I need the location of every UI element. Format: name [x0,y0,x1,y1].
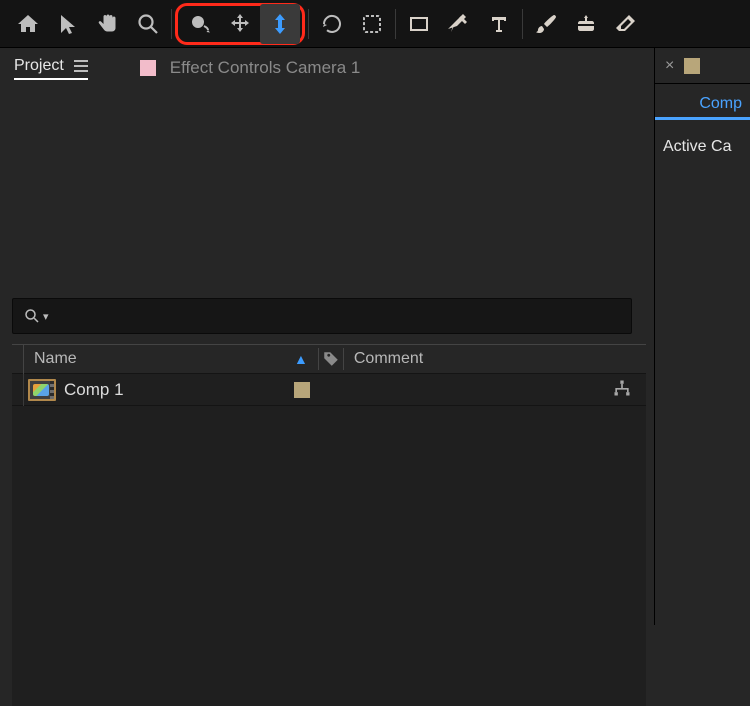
column-label-color[interactable] [319,350,343,368]
column-grip[interactable] [12,344,24,374]
row-grip[interactable] [12,374,24,406]
column-name-label: Name [34,350,77,367]
viewer-tab-row: × [655,48,750,84]
active-camera-label: Active Ca [655,120,750,156]
pen-tool-icon[interactable] [439,4,479,44]
zoom-tool-icon[interactable] [128,4,168,44]
chevron-down-icon[interactable]: ▾ [43,310,49,323]
project-item-row[interactable]: Comp 1 [12,374,646,406]
rectangle-tool-icon[interactable] [399,4,439,44]
project-item-name: Comp 1 [64,380,294,400]
dolly-camera-icon[interactable] [260,4,300,44]
column-comment-label: Comment [354,350,423,367]
toolbar-separator [171,9,172,39]
tab-project[interactable]: Project [14,57,88,80]
tab-effect-controls[interactable]: Effect Controls Camera 1 [170,58,361,78]
close-icon[interactable]: × [665,57,674,75]
column-comment[interactable]: Comment [344,350,423,368]
panel-menu-icon[interactable] [74,60,88,72]
sort-ascending-icon[interactable]: ▲ [294,351,308,367]
project-search[interactable]: ▾ [12,298,632,334]
main-toolbar [0,0,750,48]
selection-tool-icon[interactable] [48,4,88,44]
panel-tab-row: Project Effect Controls Camera 1 [0,48,750,88]
viewer-comp-tab[interactable]: Comp [655,84,750,120]
type-tool-icon[interactable] [479,4,519,44]
tab-project-label: Project [14,57,64,75]
column-name[interactable]: Name [24,350,294,368]
rotation-tool-icon[interactable] [312,4,352,44]
project-columns-header: Name ▲ Comment [12,344,646,374]
home-icon[interactable] [8,4,48,44]
camera-tools-highlight [175,3,305,45]
orbit-camera-icon[interactable] [180,4,220,44]
effect-controls-swatch [140,60,156,76]
tab-effect-controls-label: Effect Controls Camera 1 [170,58,361,77]
clone-stamp-icon[interactable] [566,4,606,44]
composition-icon [28,379,56,401]
viewer-panel: × Comp Active Ca [654,48,750,625]
toolbar-separator [308,9,309,39]
pan-camera-icon[interactable] [220,4,260,44]
brush-tool-icon[interactable] [526,4,566,44]
project-empty-area[interactable] [12,406,646,706]
roto-brush-icon[interactable] [352,4,392,44]
comp-swatch [684,58,700,74]
toolbar-separator [522,9,523,39]
project-panel: ▾ Name ▲ Comment Comp 1 [0,88,654,625]
flowchart-icon[interactable] [612,378,632,401]
viewer-comp-label: Comp [699,95,742,113]
search-input[interactable] [55,308,631,324]
hand-tool-icon[interactable] [88,4,128,44]
search-icon [23,307,41,325]
toolbar-separator [395,9,396,39]
eraser-tool-icon[interactable] [606,4,646,44]
item-label-swatch[interactable] [294,382,310,398]
